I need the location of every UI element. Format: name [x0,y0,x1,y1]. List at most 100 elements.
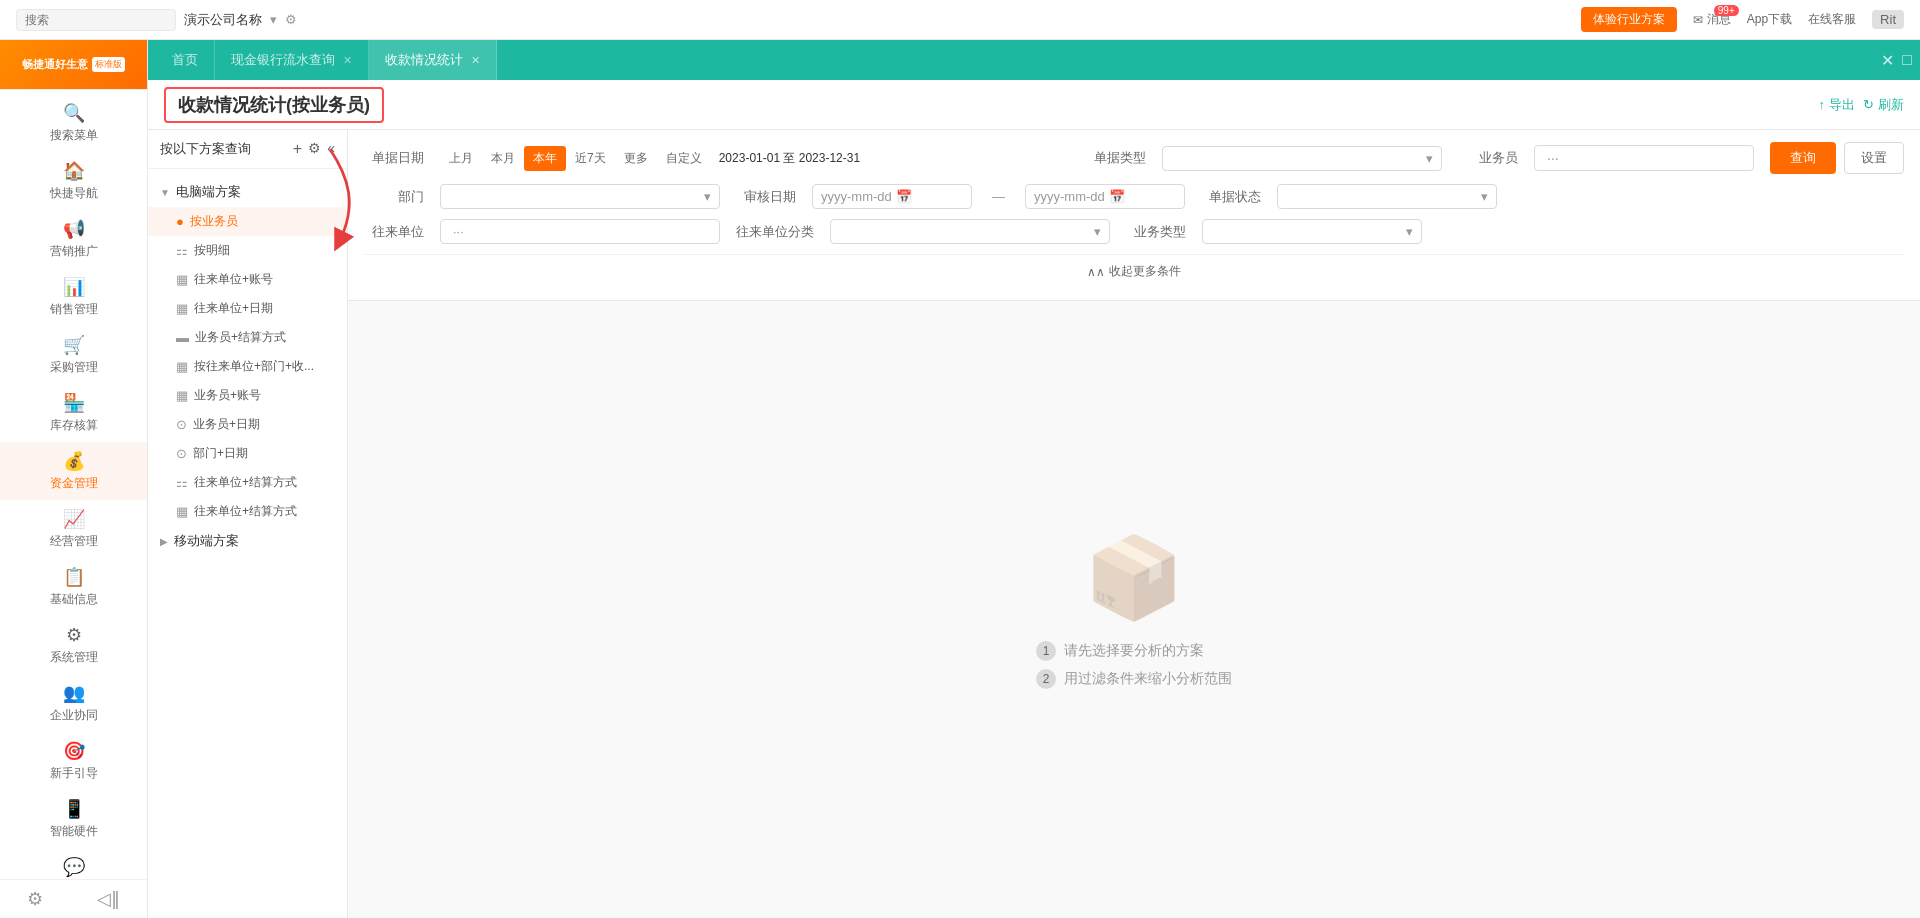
message-count: 99+ [1714,5,1739,16]
trial-button[interactable]: 体验行业方案 [1581,7,1677,32]
tree-group-desktop-header[interactable]: ▼ 电脑端方案 [148,177,347,207]
sidebar-bottom: ⚙ ◁‖ [0,879,147,918]
sidebar-item-finance[interactable]: 💰 资金管理 [0,442,147,500]
search-input[interactable] [16,9,176,31]
wechat-icon: 💬 [63,856,85,878]
sidebar-item-hardware[interactable]: 📱 智能硬件 [0,790,147,848]
counterpart-select[interactable]: ··· [440,219,720,244]
sidebar-item-system[interactable]: ⚙ 系统管理 [0,616,147,674]
right-panel: 单据日期 上月 本月 本年 近7天 更多 自定义 2023-01-01 至 20… [348,130,1920,918]
voucher-type-select[interactable]: ▾ [1162,146,1442,171]
sidebar-label-guide: 新手引导 [50,765,98,782]
sidebar-item-marketing[interactable]: 📢 营销推广 [0,210,147,268]
salesman-scheme-icon: ● [176,214,184,229]
salesman-select[interactable]: ··· [1534,145,1754,171]
app-download[interactable]: App下载 [1747,11,1792,28]
company-name[interactable]: 演示公司名称 [184,11,262,29]
tab-home[interactable]: 首页 [156,40,215,80]
tree-item-unit-payment1[interactable]: ⚏ 往来单位+结算方式 [148,468,347,497]
voucher-status-chevron: ▾ [1481,189,1488,204]
tip-num-1: 1 [1036,641,1056,661]
gear-icon[interactable]: ⚙ [285,12,297,27]
tree-item-detail-label: 按明细 [194,242,230,259]
panel-collapse-icon[interactable]: « [327,140,335,158]
collapse-label: 收起更多条件 [1109,263,1181,280]
dept-label: 部门 [364,188,424,206]
business-type-chevron: ▾ [1406,224,1413,239]
export-button[interactable]: ↑ 导出 [1819,96,1856,114]
salesman-dots[interactable]: ··· [1547,150,1559,166]
date-filter-group: 上月 本月 本年 近7天 更多 自定义 2023-01-01 至 2023-12… [440,146,1070,171]
date-tab-custom[interactable]: 自定义 [657,146,711,171]
tree-item-salesman-payment[interactable]: ▬ 业务员+结算方式 [148,323,347,352]
sidebar-settings-icon[interactable]: ⚙ [27,888,43,910]
close-window-icon[interactable]: ✕ [1881,51,1894,70]
review-date-end[interactable]: yyyy-mm-dd 📅 [1025,184,1185,209]
scheme-settings-icon[interactable]: ⚙ [308,140,321,158]
sidebar-item-basic[interactable]: 📋 基础信息 [0,558,147,616]
collapse-button[interactable]: ∧∧ 收起更多条件 [1087,263,1181,280]
add-scheme-icon[interactable]: + [293,140,302,158]
settings-button[interactable]: 设置 [1844,142,1904,174]
tab-collection-stats[interactable]: 收款情况统计 ✕ [369,40,497,80]
tab-bank-flow-label: 现金银行流水查询 [231,51,335,69]
calendar-icon-end: 📅 [1109,189,1125,204]
tab-bar: 首页 现金银行流水查询 ✕ 收款情况统计 ✕ ✕ □ [148,40,1920,80]
inventory-icon: 🏪 [63,392,85,414]
tree-item-salesman[interactable]: ● 按业务员 [148,207,347,236]
tree-item-unit-date[interactable]: ▦ 往来单位+日期 [148,294,347,323]
sidebar-item-operation[interactable]: 📈 经营管理 [0,500,147,558]
review-date-start[interactable]: yyyy-mm-dd 📅 [812,184,972,209]
refresh-icon: ↻ [1863,97,1874,112]
layout: 畅捷通好生意 标准版 🔍 搜索菜单 🏠 快捷导航 📢 营销推广 📊 销售管理 🛒 [0,0,1920,918]
guide-icon: 🎯 [63,740,85,762]
maximize-icon[interactable]: □ [1902,51,1912,69]
date-tab-7days[interactable]: 近7天 [566,146,615,171]
voucher-status-label: 单据状态 [1201,188,1261,206]
online-service[interactable]: 在线客服 [1808,11,1856,28]
tab-bank-flow-close[interactable]: ✕ [343,54,352,67]
tree-item-salesman-account[interactable]: ▦ 业务员+账号 [148,381,347,410]
tree-group-mobile-header[interactable]: ▶ 移动端方案 [148,526,347,556]
sidebar-item-wechat[interactable]: 💬 企业微信 [0,848,147,879]
message-badge-area[interactable]: ✉ 消息 99+ [1693,11,1731,28]
search-icon: 🔍 [63,102,85,124]
voucher-status-select[interactable]: ▾ [1277,184,1497,209]
message-icon: ✉ [1693,13,1703,27]
sidebar-item-purchase[interactable]: 🛒 采购管理 [0,326,147,384]
dropdown-icon[interactable]: ▾ [270,12,277,27]
sidebar-item-inventory[interactable]: 🏪 库存核算 [0,384,147,442]
sidebar: 畅捷通好生意 标准版 🔍 搜索菜单 🏠 快捷导航 📢 营销推广 📊 销售管理 🛒 [0,40,148,918]
user-avatar[interactable]: Rit [1872,10,1904,29]
sidebar-item-sales[interactable]: 📊 销售管理 [0,268,147,326]
counterpart-dots[interactable]: ··· [453,224,464,239]
date-tab-this-year[interactable]: 本年 [524,146,566,171]
tree-item-unit-dept[interactable]: ▦ 按往来单位+部门+收... [148,352,347,381]
tree-item-unit-payment2[interactable]: ▦ 往来单位+结算方式 [148,497,347,526]
tree-item-salesman-payment-label: 业务员+结算方式 [195,329,286,346]
sidebar-item-nav[interactable]: 🏠 快捷导航 [0,152,147,210]
query-button[interactable]: 查询 [1770,142,1836,174]
logo-area: 畅捷通好生意 标准版 [0,40,147,90]
tree-item-dept-date[interactable]: ⊙ 部门+日期 [148,439,347,468]
tree-item-unit-account[interactable]: ▦ 往来单位+账号 [148,265,347,294]
tab-bank-flow[interactable]: 现金银行流水查询 ✕ [215,40,369,80]
sidebar-item-collab[interactable]: 👥 企业协同 [0,674,147,732]
business-type-select[interactable]: ▾ [1202,219,1422,244]
date-tab-more[interactable]: 更多 [615,146,657,171]
date-tab-last-month[interactable]: 上月 [440,146,482,171]
date-tab-this-month[interactable]: 本月 [482,146,524,171]
sidebar-collapse-icon[interactable]: ◁‖ [97,888,120,910]
dept-select[interactable]: ▾ [440,184,720,209]
left-panel: 按以下方案查询 + ⚙ « ▼ 电脑端方案 [148,130,348,918]
tab-collection-stats-close[interactable]: ✕ [471,54,480,67]
tree-item-detail[interactable]: ⚏ 按明细 [148,236,347,265]
sidebar-item-search[interactable]: 🔍 搜索菜单 [0,94,147,152]
sidebar-label-collab: 企业协同 [50,707,98,724]
sidebar-label-hardware: 智能硬件 [50,823,98,840]
tree-item-salesman-date[interactable]: ⊙ 业务员+日期 [148,410,347,439]
sidebar-item-guide[interactable]: 🎯 新手引导 [0,732,147,790]
empty-illustration: 📦 [1084,531,1184,625]
counterpart-category-select[interactable]: ▾ [830,219,1110,244]
refresh-button[interactable]: ↻ 刷新 [1863,96,1904,114]
